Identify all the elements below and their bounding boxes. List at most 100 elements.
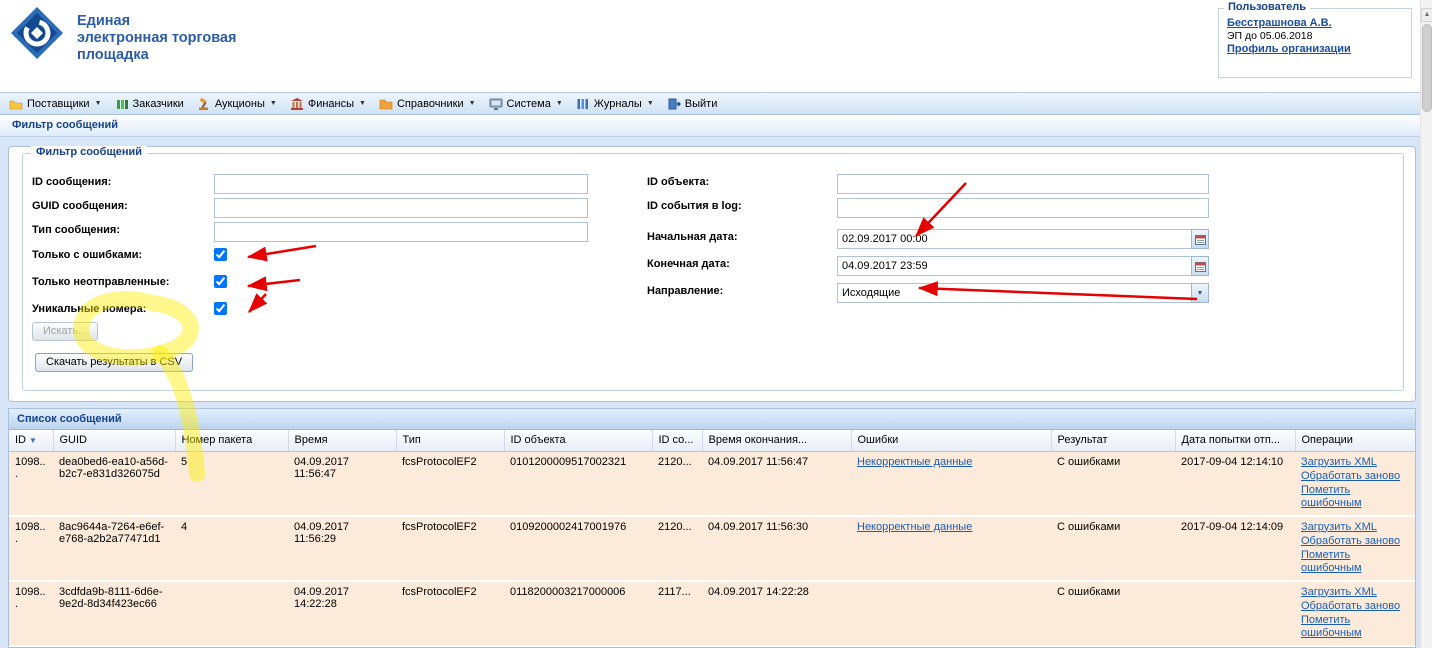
column-header-packet[interactable]: Номер пакета [175, 430, 289, 452]
cell-packet: 4 [175, 515, 288, 582]
sort-desc-icon: ▼ [29, 436, 37, 446]
mark-error-link[interactable]: Пометить ошибочным [1301, 484, 1409, 510]
error-details-link[interactable]: Некорректные данные [857, 456, 972, 468]
cell-event-id: 2120... [652, 451, 702, 517]
mark-error-link[interactable]: Пометить ошибочным [1301, 614, 1409, 640]
cell-end-time: 04.09.2017 11:56:30 [702, 515, 851, 582]
message-type-label: Тип сообщения: [32, 224, 120, 236]
column-header-id[interactable]: ID ▼ [9, 430, 54, 452]
log-event-id-label: ID события в log: [647, 200, 742, 212]
cell-type: fcsProtocolEF2 [396, 580, 504, 647]
direction-combobox[interactable]: ▼ [837, 283, 1209, 303]
menu-item-directories[interactable]: Справочники ▼ [374, 95, 484, 113]
cell-end-time: 04.09.2017 11:56:47 [702, 451, 851, 517]
menu-item-label: Система [506, 97, 551, 110]
search-button[interactable]: Искать... [32, 322, 99, 341]
system-icon [489, 97, 503, 111]
vertical-scrollbar[interactable]: ▲ [1420, 0, 1432, 648]
column-header-operations[interactable]: Операции [1295, 430, 1415, 452]
cell-id: 1098... [9, 580, 53, 647]
mark-error-link[interactable]: Пометить ошибочным [1301, 549, 1409, 575]
menu-item-exit[interactable]: Выйти [662, 95, 726, 113]
message-id-input[interactable] [214, 174, 588, 194]
start-date-label: Начальная дата: [647, 231, 738, 243]
unique-numbers-checkbox[interactable] [214, 302, 227, 315]
column-header-result[interactable]: Результат [1051, 430, 1176, 452]
column-header-time[interactable]: Время [288, 430, 397, 452]
reprocess-link[interactable]: Обработать заново [1301, 535, 1409, 548]
menu-item-finance[interactable]: Финансы ▼ [285, 95, 374, 113]
cell-time: 04.09.2017 11:56:47 [288, 451, 396, 517]
org-profile-link[interactable]: Профиль организации [1227, 43, 1403, 55]
cell-errors [851, 580, 1051, 647]
journals-icon [576, 97, 590, 111]
auction-hammer-icon [197, 97, 211, 111]
column-header-object-id[interactable]: ID объекта [504, 430, 653, 452]
unique-numbers-label: Уникальные номера: [32, 303, 147, 315]
column-header-guid[interactable]: GUID [53, 430, 176, 452]
finance-bank-icon [290, 97, 304, 111]
start-date-calendar-button[interactable] [1191, 229, 1209, 249]
column-header-type[interactable]: Тип [396, 430, 505, 452]
filter-fieldset: Фильтр сообщений ID сообщения: GUID сооб… [22, 146, 1404, 391]
end-date-input[interactable] [837, 256, 1191, 276]
load-xml-link[interactable]: Загрузить XML [1301, 521, 1409, 534]
menu-item-customers[interactable]: Заказчики [110, 95, 192, 113]
top-band: Единая электронная торговая площадка Пол… [0, 0, 1420, 92]
load-xml-link[interactable]: Загрузить XML [1301, 456, 1409, 469]
download-csv-button[interactable]: Скачать результаты в CSV [35, 353, 194, 372]
menu-item-system[interactable]: Система ▼ [484, 95, 571, 113]
user-panel: Пользователь Бесстрашнова А.В. ЭП до 05.… [1218, 1, 1412, 78]
cell-object-id: 0118200003217000006 [504, 580, 652, 647]
column-header-attempt-date[interactable]: Дата попытки отп... [1175, 430, 1296, 452]
end-date-label: Конечная дата: [647, 258, 730, 270]
object-id-input[interactable] [837, 174, 1209, 194]
scrollbar-thumb[interactable] [1422, 24, 1432, 112]
direction-dropdown-button[interactable]: ▼ [1191, 283, 1209, 303]
user-name-link[interactable]: Бесстрашнова А.В. [1227, 17, 1403, 29]
start-date-input[interactable] [837, 229, 1191, 249]
column-header-event-id[interactable]: ID со... [652, 430, 703, 452]
reprocess-link[interactable]: Обработать заново [1301, 600, 1409, 613]
message-guid-input[interactable] [214, 198, 588, 218]
cell-type: fcsProtocolEF2 [396, 515, 504, 582]
direction-label: Направление: [647, 285, 724, 297]
chevron-down-icon: ▼ [269, 100, 277, 107]
chevron-down-icon: ▼ [94, 100, 102, 107]
end-date-calendar-button[interactable] [1191, 256, 1209, 276]
menu-item-suppliers[interactable]: Поставщики ▼ [4, 95, 110, 113]
menu-item-label: Справочники [396, 97, 464, 110]
message-type-input[interactable] [214, 222, 588, 242]
load-xml-link[interactable]: Загрузить XML [1301, 586, 1409, 599]
chevron-down-icon: ▼ [1196, 289, 1204, 297]
table-row[interactable]: 1098... 8ac9644a-7264-e6ef-e768-a2b2a774… [9, 515, 1415, 582]
error-details-link[interactable]: Некорректные данные [857, 521, 972, 533]
reprocess-link[interactable]: Обработать заново [1301, 470, 1409, 483]
table-row[interactable]: 1098... dea0bed6-ea10-a56d-b2c7-e831d326… [9, 451, 1415, 517]
log-event-id-input[interactable] [837, 198, 1209, 218]
start-date-field [837, 229, 1209, 249]
messages-table: ID ▼ GUID Номер пакета Время Тип ID объек… [9, 430, 1415, 647]
menu-item-journals[interactable]: Журналы ▼ [571, 95, 662, 113]
cell-errors: Некорректные данные [851, 515, 1051, 582]
cell-guid: dea0bed6-ea10-a56d-b2c7-e831d326075d [53, 451, 175, 517]
column-header-end-time[interactable]: Время окончания... [702, 430, 852, 452]
cert-expiry-text: ЭП до 05.06.2018 [1227, 30, 1313, 42]
cell-id: 1098... [9, 451, 53, 517]
cell-end-time: 04.09.2017 14:22:28 [702, 580, 851, 647]
scroll-up-icon[interactable]: ▲ [1421, 8, 1432, 22]
filter-legend: Фильтр сообщений [31, 146, 148, 158]
column-header-errors[interactable]: Ошибки [851, 430, 1052, 452]
menu-item-auctions[interactable]: Аукционы ▼ [192, 95, 285, 113]
cell-operations: Загрузить XML Обработать заново Пометить… [1295, 580, 1415, 647]
chevron-down-icon: ▼ [646, 100, 654, 107]
only-unsent-checkbox[interactable] [214, 275, 227, 288]
cell-event-id: 2120... [652, 515, 702, 582]
cell-result: С ошибками [1051, 580, 1175, 647]
logo-title: Единая электронная торговая площадка [77, 13, 237, 63]
menu-item-label: Выйти [684, 97, 718, 110]
cell-operations: Загрузить XML Обработать заново Пометить… [1295, 515, 1415, 582]
table-row[interactable]: 1098... 3cdfda9b-8111-6d6e-9e2d-8d34f423… [9, 580, 1415, 647]
direction-value[interactable] [837, 283, 1191, 303]
only-errors-checkbox[interactable] [214, 248, 227, 261]
